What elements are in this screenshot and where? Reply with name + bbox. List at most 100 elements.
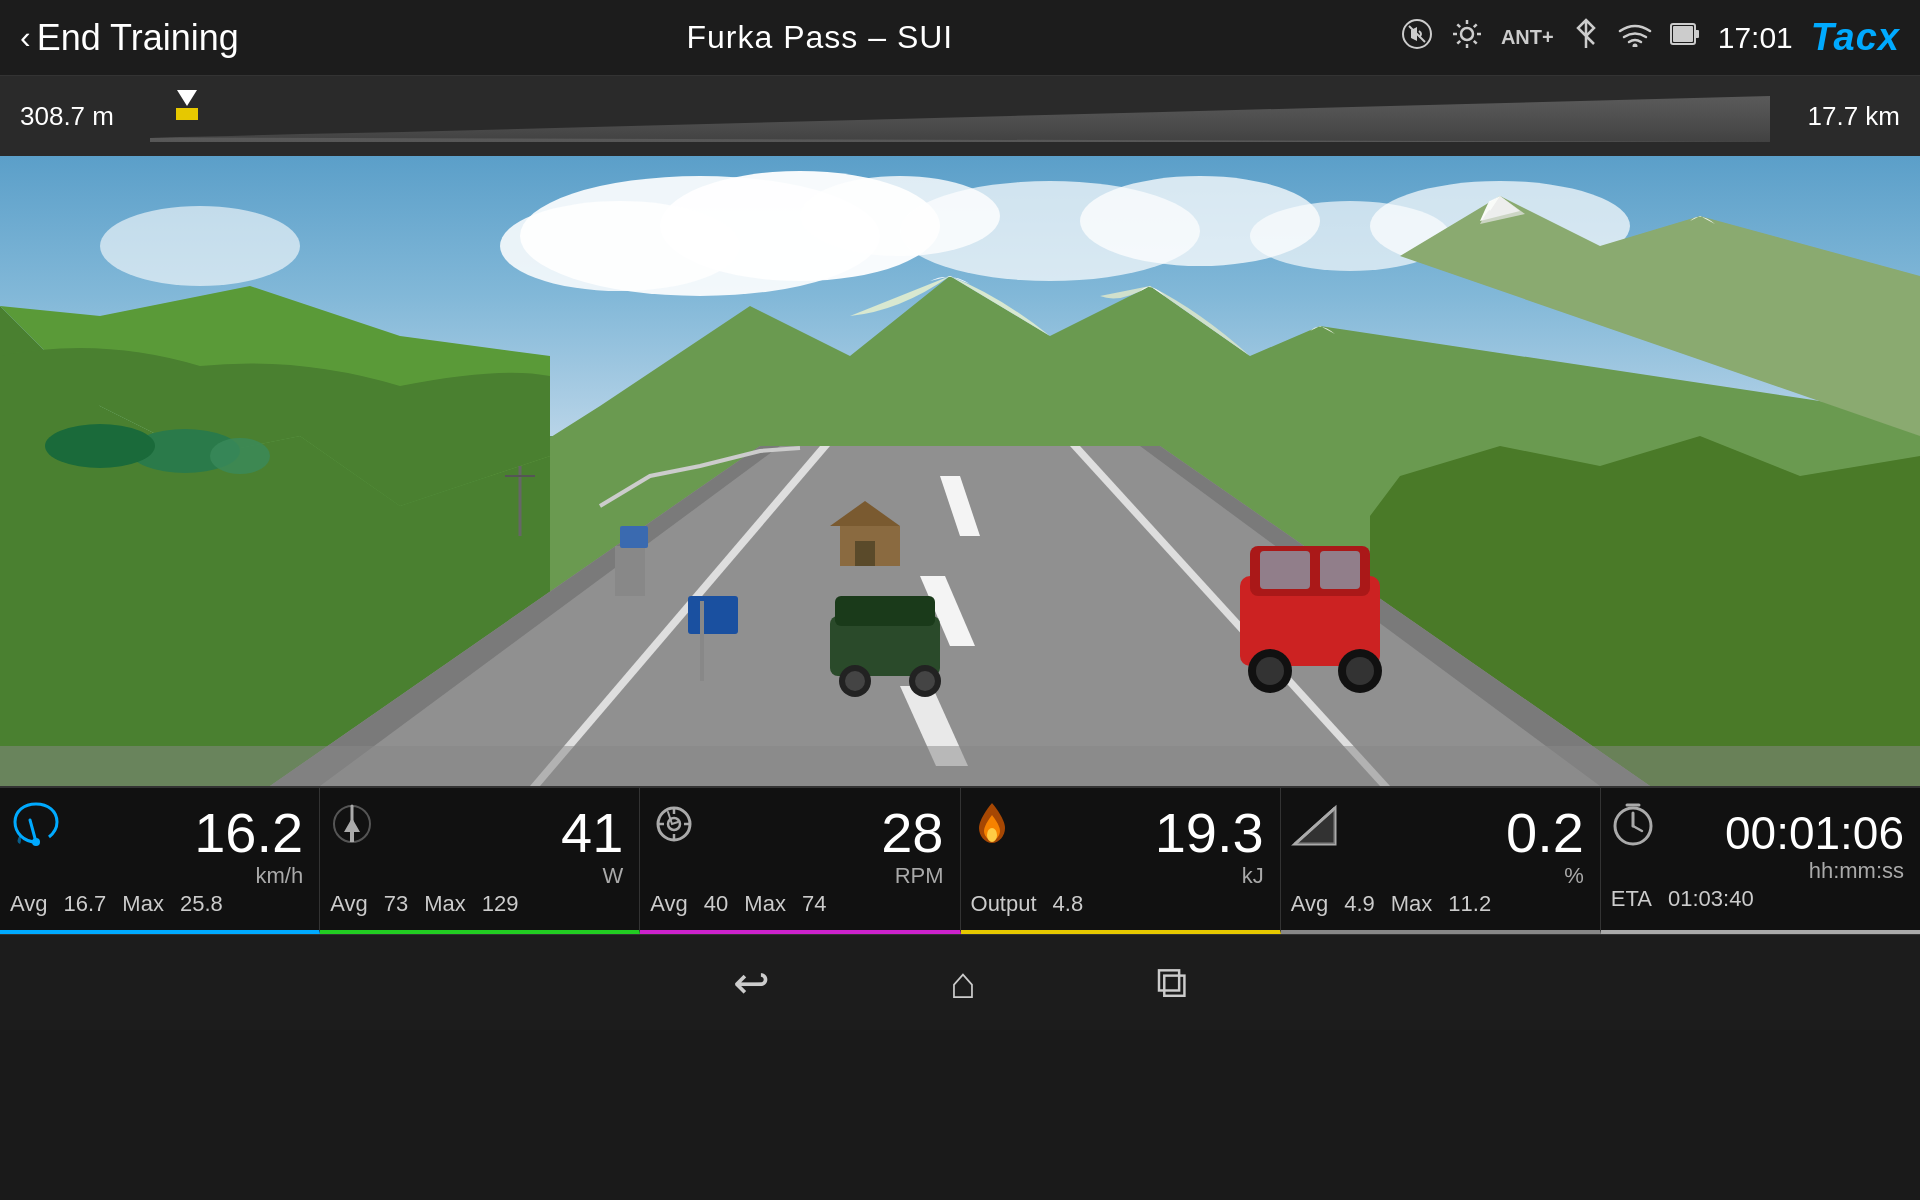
metric-energy: 19.3 kJ Output 4.8 bbox=[961, 788, 1281, 934]
position-marker bbox=[176, 90, 198, 120]
home-button[interactable]: ⌂ bbox=[950, 958, 977, 1008]
svg-point-34 bbox=[1256, 657, 1284, 685]
svg-rect-6 bbox=[1673, 26, 1693, 42]
cadence-icon bbox=[650, 800, 698, 856]
top-right-controls: ANT+ 17:01 Tacx bbox=[1401, 16, 1900, 59]
energy-value: 19.3 bbox=[1155, 805, 1264, 861]
cadence-unit: RPM bbox=[895, 863, 944, 889]
video-area bbox=[0, 156, 1920, 786]
metric-grade: 0.2 % Avg 4.9 Max 11.2 bbox=[1281, 788, 1601, 934]
battery-icon bbox=[1670, 20, 1700, 55]
back-chevron-icon: ‹ bbox=[20, 19, 31, 56]
position-triangle bbox=[177, 90, 197, 106]
sound-icon bbox=[1401, 18, 1433, 57]
power-max-value: 129 bbox=[482, 891, 519, 917]
power-value: 41 bbox=[561, 805, 623, 861]
grade-avg-value: 4.9 bbox=[1344, 891, 1375, 917]
total-distance: 17.7 km bbox=[1780, 101, 1900, 132]
speed-avg-label: Avg bbox=[10, 891, 48, 917]
svg-rect-21 bbox=[615, 546, 645, 596]
power-avg-value: 73 bbox=[384, 891, 408, 917]
bluetooth-icon bbox=[1572, 18, 1600, 57]
svg-point-3 bbox=[1632, 44, 1637, 48]
time-sub: ETA 01:03:40 bbox=[1611, 886, 1904, 912]
current-altitude: 308.7 m bbox=[20, 101, 140, 132]
svg-rect-5 bbox=[1695, 30, 1699, 38]
speed-icon bbox=[10, 800, 62, 856]
energy-output-label: Output bbox=[971, 891, 1037, 917]
speed-value: 16.2 bbox=[194, 805, 303, 861]
route-title: Furka Pass – SUI bbox=[686, 19, 953, 56]
svg-rect-38 bbox=[700, 601, 704, 681]
back-button[interactable]: ↩ bbox=[733, 957, 770, 1008]
time-eta-label: ETA bbox=[1611, 886, 1652, 912]
energy-icon bbox=[971, 800, 1013, 856]
power-unit: W bbox=[603, 863, 624, 889]
power-sub: Avg 73 Max 129 bbox=[330, 891, 623, 917]
top-bar: ‹ End Training Furka Pass – SUI ANT+ 17:… bbox=[0, 0, 1920, 76]
svg-point-17 bbox=[100, 206, 300, 286]
power-icon bbox=[330, 800, 374, 856]
grade-unit: % bbox=[1564, 863, 1584, 889]
time-value: 00:01:06 bbox=[1725, 810, 1904, 856]
svg-rect-41 bbox=[0, 746, 1920, 786]
svg-rect-37 bbox=[688, 596, 738, 634]
brand-logo: Tacx bbox=[1811, 16, 1900, 59]
speed-unit: km/h bbox=[255, 863, 303, 889]
end-training-label: End Training bbox=[37, 17, 239, 59]
metric-speed: 16.2 km/h Avg 16.7 Max 25.8 bbox=[0, 788, 320, 934]
svg-point-43 bbox=[45, 424, 155, 468]
metric-cadence: 28 RPM Avg 40 Max 74 bbox=[640, 788, 960, 934]
cadence-avg-value: 40 bbox=[704, 891, 728, 917]
time-display: 17:01 bbox=[1718, 21, 1793, 55]
pages-button[interactable]: ⧉ bbox=[1156, 957, 1187, 1008]
energy-sub: Output 4.8 bbox=[971, 891, 1264, 917]
svg-line-61 bbox=[1633, 826, 1642, 831]
position-dot bbox=[176, 108, 198, 120]
grade-icon bbox=[1291, 800, 1339, 856]
cadence-sub: Avg 40 Max 74 bbox=[650, 891, 943, 917]
svg-point-55 bbox=[987, 828, 997, 842]
cadence-value: 28 bbox=[881, 805, 943, 861]
ant-icon: ANT+ bbox=[1501, 26, 1554, 49]
settings-icon bbox=[1451, 18, 1483, 57]
bottom-nav: ↩ ⌂ ⧉ bbox=[0, 934, 1920, 1030]
cadence-avg-label: Avg bbox=[650, 891, 688, 917]
power-max-label: Max bbox=[424, 891, 466, 917]
svg-point-11 bbox=[500, 201, 740, 291]
energy-output-value: 4.8 bbox=[1053, 891, 1084, 917]
cadence-max-label: Max bbox=[744, 891, 786, 917]
end-training-button[interactable]: ‹ End Training bbox=[20, 17, 239, 59]
svg-point-28 bbox=[915, 671, 935, 691]
grade-value: 0.2 bbox=[1506, 805, 1584, 861]
elevation-profile-svg bbox=[150, 90, 1770, 142]
svg-rect-22 bbox=[620, 526, 648, 548]
grade-sub: Avg 4.9 Max 11.2 bbox=[1291, 891, 1584, 917]
svg-rect-20 bbox=[855, 541, 875, 566]
svg-point-2 bbox=[1461, 28, 1473, 40]
metrics-bar: 16.2 km/h Avg 16.7 Max 25.8 41 W Avg 73 … bbox=[0, 786, 1920, 934]
power-avg-label: Avg bbox=[330, 891, 368, 917]
speed-max-label: Max bbox=[122, 891, 164, 917]
wifi-icon bbox=[1618, 21, 1652, 54]
grade-avg-label: Avg bbox=[1291, 891, 1329, 917]
metric-power: 41 W Avg 73 Max 129 bbox=[320, 788, 640, 934]
elevation-track[interactable] bbox=[150, 90, 1770, 142]
grade-max-label: Max bbox=[1391, 891, 1433, 917]
scene-svg bbox=[0, 156, 1920, 786]
svg-rect-31 bbox=[1260, 551, 1310, 589]
energy-unit: kJ bbox=[1242, 863, 1264, 889]
cadence-max-value: 74 bbox=[802, 891, 826, 917]
speed-max-value: 25.8 bbox=[180, 891, 223, 917]
svg-point-36 bbox=[1346, 657, 1374, 685]
time-eta-value: 01:03:40 bbox=[1668, 886, 1754, 912]
metric-time: 00:01:06 hh:mm:ss ETA 01:03:40 bbox=[1601, 788, 1920, 934]
speed-sub: Avg 16.7 Max 25.8 bbox=[10, 891, 303, 917]
svg-point-44 bbox=[210, 438, 270, 474]
svg-point-46 bbox=[32, 838, 40, 846]
time-unit: hh:mm:ss bbox=[1809, 858, 1904, 884]
speed-avg-value: 16.7 bbox=[64, 891, 107, 917]
time-icon bbox=[1611, 800, 1655, 856]
svg-rect-32 bbox=[1320, 551, 1360, 589]
elevation-bar: 308.7 m 17.7 km bbox=[0, 76, 1920, 156]
